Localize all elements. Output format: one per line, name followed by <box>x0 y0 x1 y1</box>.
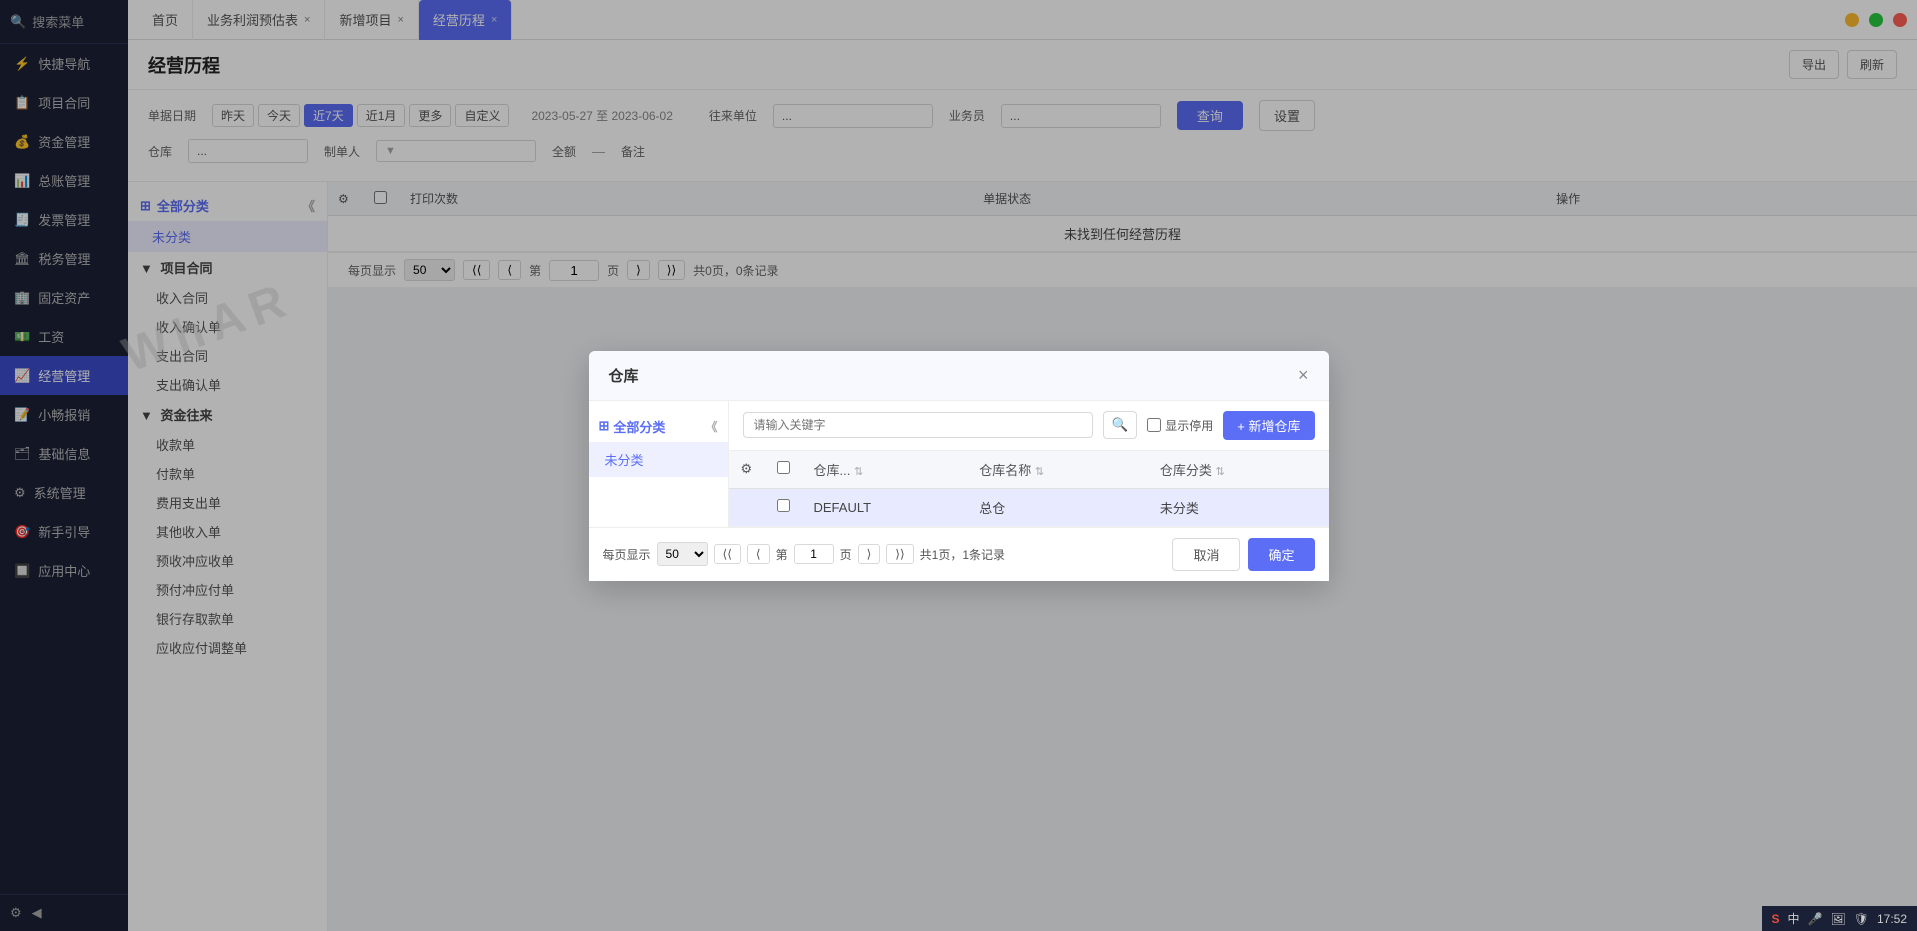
modal-last-page[interactable]: ⟩⟩ <box>886 544 913 564</box>
row-code-cell: DEFAULT <box>802 488 968 526</box>
modal-th-code-label: 仓库... <box>814 463 851 478</box>
modal-page-input[interactable] <box>794 544 834 564</box>
modal-first-page[interactable]: ⟨⟨ <box>714 544 741 564</box>
modal-grid-icon: ⊞ <box>599 418 610 434</box>
confirm-button[interactable]: 确定 <box>1248 538 1314 571</box>
modal-prev-page[interactable]: ⟨ <box>747 544 770 564</box>
cancel-button[interactable]: 取消 <box>1172 538 1240 571</box>
modal-select-all-checkbox[interactable] <box>777 461 790 474</box>
modal-sidebar-all[interactable]: ⊞ 全部分类 《 <box>589 411 728 442</box>
tray-icon-3: 🖼 <box>1831 912 1846 926</box>
tray-icon-4: 🛡 <box>1854 912 1869 926</box>
modal-close-button[interactable]: × <box>1298 365 1309 386</box>
modal-th-checkbox[interactable] <box>765 451 802 489</box>
modal-th-name: 仓库名称 ⇅ <box>967 451 1148 489</box>
modal-sidebar-all-label: 全部分类 <box>613 417 665 436</box>
modal-toolbar: 🔍 显示停用 + 新增仓库 <box>729 401 1329 451</box>
modal-settings-icon: ⚙ <box>741 461 753 476</box>
modal-per-page-select[interactable]: 50 100 <box>657 542 708 566</box>
modal-th-name-label: 仓库名称 <box>979 463 1031 478</box>
modal-title: 仓库 <box>609 365 639 386</box>
tray-icon-1: 中 <box>1788 910 1800 927</box>
system-tray: S 中 🎤 🖼 🛡 17:52 <box>1762 906 1917 931</box>
modal-per-page-label: 每页显示 <box>603 546 651 563</box>
sort-code-icon[interactable]: ⇅ <box>854 466 863 478</box>
show-disabled-text: 显示停用 <box>1165 417 1213 434</box>
sort-name-icon[interactable]: ⇅ <box>1035 466 1044 478</box>
warehouse-search-button[interactable]: 🔍 <box>1103 411 1138 439</box>
warehouse-modal: 仓库 × ⊞ 全部分类 《 未分类 <box>589 351 1329 581</box>
modal-table-row[interactable]: DEFAULT 总仓 未分类 <box>729 488 1329 526</box>
row-checkbox[interactable] <box>777 499 790 512</box>
modal-th-settings[interactable]: ⚙ <box>729 451 765 489</box>
modal-sidebar: ⊞ 全部分类 《 未分类 <box>589 401 729 527</box>
modal-table: ⚙ 仓库... ⇅ 仓库名称 <box>729 451 1329 527</box>
modal-page-label: 第 <box>776 546 788 563</box>
show-disabled-checkbox[interactable] <box>1147 418 1161 432</box>
modal-header: 仓库 × <box>589 351 1329 401</box>
modal-page-end: 页 <box>840 546 852 563</box>
modal-th-category: 仓库分类 ⇅ <box>1148 451 1329 489</box>
modal-total-label: 共1页，1条记录 <box>920 546 1005 563</box>
modal-sidebar-unclassified[interactable]: 未分类 <box>589 442 728 477</box>
sort-category-icon[interactable]: ⇅ <box>1216 466 1225 478</box>
modal-table-area: ⚙ 仓库... ⇅ 仓库名称 <box>729 451 1329 527</box>
show-disabled-label[interactable]: 显示停用 <box>1147 417 1213 434</box>
modal-th-code: 仓库... ⇅ <box>802 451 968 489</box>
modal-collapse-icon[interactable]: 《 <box>705 418 717 435</box>
modal-next-page[interactable]: ⟩ <box>858 544 881 564</box>
modal-footer-actions: 取消 确定 <box>1172 538 1314 571</box>
search-magnify-icon: 🔍 <box>1112 417 1129 432</box>
row-settings-cell <box>729 488 765 526</box>
add-warehouse-button[interactable]: + 新增仓库 <box>1223 411 1314 440</box>
row-category-cell: 未分类 <box>1148 488 1329 526</box>
modal-body: ⊞ 全部分类 《 未分类 🔍 显示停用 <box>589 401 1329 527</box>
modal-overlay: 仓库 × ⊞ 全部分类 《 未分类 <box>0 0 1917 931</box>
modal-sidebar-unclassified-label: 未分类 <box>605 450 644 469</box>
tray-icon-2: 🎤 <box>1808 912 1823 926</box>
s-logo: S <box>1772 912 1780 926</box>
modal-content: 🔍 显示停用 + 新增仓库 ⚙ <box>729 401 1329 527</box>
modal-th-category-label: 仓库分类 <box>1160 463 1212 478</box>
system-time: 17:52 <box>1877 912 1907 926</box>
row-checkbox-cell[interactable] <box>765 488 802 526</box>
row-name-cell: 总仓 <box>967 488 1148 526</box>
warehouse-search-input[interactable] <box>743 412 1093 438</box>
modal-footer: 每页显示 50 100 ⟨⟨ ⟨ 第 页 ⟩ ⟩⟩ 共1页，1条记录 取消 确定 <box>589 527 1329 581</box>
